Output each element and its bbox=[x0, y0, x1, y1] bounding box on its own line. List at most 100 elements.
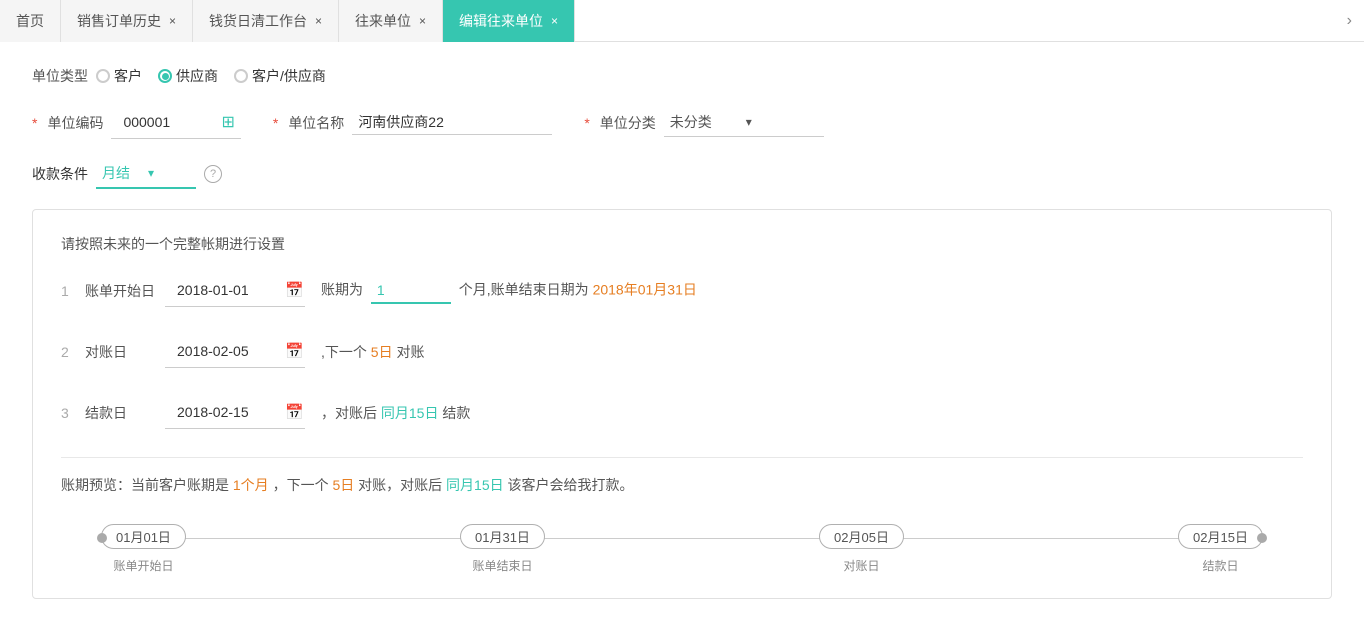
tabs-bar: 首页 销售订单历史 × 钱货日清工作台 × 往来单位 × 编辑往来单位 × › bbox=[0, 0, 1364, 42]
timeline-nodes: 01月01日 账单开始日 01月31日 账单结束日 02月05日 对账日 02月… bbox=[101, 524, 1263, 574]
grid-label-2: 对账日 bbox=[85, 342, 165, 362]
timeline-right-dot bbox=[1257, 533, 1267, 543]
preview-m1: ，下一个 bbox=[273, 477, 329, 493]
unit-code-icon[interactable]: ⊞ bbox=[221, 112, 234, 132]
grid-row-3: 3 结款日 📅 ，对账后 同月15日 结款 bbox=[61, 396, 1303, 429]
row3-desc-after: 结款 bbox=[442, 405, 470, 421]
reconcile-date-input-wrapper: 📅 bbox=[165, 335, 305, 368]
payment-condition-select[interactable]: 月结 ▾ bbox=[96, 159, 196, 189]
row2-desc-after: 对账 bbox=[396, 344, 424, 360]
row3-desc: ，对账后 同月15日 结款 bbox=[321, 403, 470, 423]
payment-condition-row: 收款条件 月结 ▾ ? bbox=[32, 159, 1332, 189]
timeline-node-2: 01月31日 账单结束日 bbox=[460, 524, 545, 574]
radio-customer-label: 客户 bbox=[114, 66, 142, 86]
unit-type-row: 单位类型 客户 供应商 客户/供应商 bbox=[32, 66, 1332, 86]
timeline-pill-3: 02月05日 bbox=[819, 524, 904, 549]
timeline-container: 01月01日 账单开始日 01月31日 账单结束日 02月05日 对账日 02月… bbox=[61, 524, 1303, 574]
tab-home[interactable]: 首页 bbox=[0, 0, 61, 42]
payment-condition-chevron-icon: ▾ bbox=[148, 166, 190, 180]
row3-desc-before: ，对账后 bbox=[321, 405, 377, 421]
unit-code-input[interactable] bbox=[117, 110, 217, 134]
tab-cash-work-label: 钱货日清工作台 bbox=[209, 11, 307, 31]
tab-sales-history[interactable]: 销售订单历史 × bbox=[61, 0, 193, 42]
preview-h1: 1个月 bbox=[233, 477, 269, 493]
settle-date-calendar-icon[interactable]: 📅 bbox=[285, 403, 304, 421]
unit-category-chevron-icon: ▾ bbox=[746, 115, 818, 129]
payment-condition-label: 收款条件 bbox=[32, 164, 88, 184]
payment-condition-value: 月结 bbox=[102, 163, 144, 183]
timeline-node-3: 02月05日 对账日 bbox=[819, 524, 904, 574]
timeline-node-4: 02月15日 结款日 bbox=[1178, 524, 1263, 574]
grid-num-3: 3 bbox=[61, 405, 85, 421]
timeline-label-1: 账单开始日 bbox=[113, 557, 173, 574]
row1-end-date-highlight: 2018年01月31日 bbox=[593, 281, 697, 297]
radio-customer[interactable]: 客户 bbox=[96, 66, 142, 86]
close-cash-work-icon[interactable]: × bbox=[315, 14, 322, 28]
period-input[interactable] bbox=[371, 278, 431, 302]
tab-contact-unit-label: 往来单位 bbox=[355, 11, 411, 31]
preview-prefix: 账期预览：当前客户账期是 bbox=[61, 477, 229, 493]
row3-highlight: 同月15日 bbox=[381, 405, 439, 421]
tab-edit-contact-label: 编辑往来单位 bbox=[459, 11, 543, 31]
start-date-input-wrapper: 📅 bbox=[165, 274, 305, 307]
radio-supplier-circle bbox=[158, 69, 172, 83]
close-sales-history-icon[interactable]: × bbox=[169, 14, 176, 28]
radio-customer-circle bbox=[96, 69, 110, 83]
unit-name-input[interactable] bbox=[352, 110, 552, 135]
unit-name-required: * bbox=[273, 115, 278, 131]
timeline-label-4: 结款日 bbox=[1203, 557, 1239, 574]
row1-desc: 账期为 个月,账单结束日期为 2018年01月31日 bbox=[321, 278, 697, 304]
tab-sales-history-label: 销售订单历史 bbox=[77, 11, 161, 31]
settle-date-input[interactable] bbox=[171, 400, 281, 424]
card-title: 请按照未来的一个完整帐期进行设置 bbox=[61, 234, 1303, 254]
radio-supplier-label: 供应商 bbox=[176, 66, 218, 86]
unit-type-radio-group: 客户 供应商 客户/供应商 bbox=[96, 66, 326, 86]
unit-code-required: * bbox=[32, 115, 37, 131]
timeline-pill-1: 01月01日 bbox=[101, 524, 186, 549]
unit-code-label: 单位编码 bbox=[47, 113, 103, 133]
reconcile-date-calendar-icon[interactable]: 📅 bbox=[285, 342, 304, 360]
unit-category-field: * 单位分类 未分类 ▾ bbox=[584, 108, 823, 137]
unit-category-label: 单位分类 bbox=[600, 113, 656, 133]
tab-contact-unit[interactable]: 往来单位 × bbox=[339, 0, 443, 42]
unit-category-select[interactable]: 未分类 ▾ bbox=[664, 108, 824, 137]
settle-date-input-wrapper: 📅 bbox=[165, 396, 305, 429]
reconcile-date-input[interactable] bbox=[171, 339, 281, 363]
timeline-pill-2: 01月31日 bbox=[460, 524, 545, 549]
tab-cash-work[interactable]: 钱货日清工作台 × bbox=[193, 0, 339, 42]
grid-label-1: 账单开始日 bbox=[85, 281, 165, 301]
close-edit-contact-icon[interactable]: × bbox=[551, 14, 558, 28]
radio-both[interactable]: 客户/供应商 bbox=[234, 66, 326, 86]
unit-name-field: * 单位名称 bbox=[273, 110, 552, 135]
timeline-label-3: 对账日 bbox=[843, 557, 879, 574]
unit-code-input-wrapper: ⊞ bbox=[111, 106, 240, 139]
content-area: 单位类型 客户 供应商 客户/供应商 * 单位编码 bbox=[0, 42, 1364, 623]
preview-m2: 对账，对账后 bbox=[358, 477, 442, 493]
tabs-more-button[interactable]: › bbox=[1335, 12, 1364, 30]
row2-desc: ,下一个 5日 对账 bbox=[321, 342, 424, 362]
start-date-input[interactable] bbox=[171, 278, 281, 302]
help-icon[interactable]: ? bbox=[204, 165, 222, 183]
preview-h3: 同月15日 bbox=[446, 477, 504, 493]
radio-supplier[interactable]: 供应商 bbox=[158, 66, 218, 86]
row2-highlight: 5日 bbox=[371, 344, 393, 360]
unit-code-field: * 单位编码 ⊞ bbox=[32, 106, 241, 139]
preview-h2: 5日 bbox=[332, 477, 354, 493]
tab-edit-contact[interactable]: 编辑往来单位 × bbox=[443, 0, 575, 42]
settings-card: 请按照未来的一个完整帐期进行设置 1 账单开始日 📅 账期为 个月,账单结束日期… bbox=[32, 209, 1332, 599]
row1-desc-middle: 个月,账单结束日期为 bbox=[459, 281, 589, 297]
timeline-label-2: 账单结束日 bbox=[472, 557, 532, 574]
row1-desc-before: 账期为 bbox=[321, 281, 363, 297]
unit-category-required: * bbox=[584, 115, 589, 131]
preview-section: 账期预览：当前客户账期是 1个月 ，下一个 5日 对账，对账后 同月15日 该客… bbox=[61, 457, 1303, 574]
grid-row-1: 1 账单开始日 📅 账期为 个月,账单结束日期为 2018年01月31日 bbox=[61, 274, 1303, 307]
row2-desc-before: ,下一个 bbox=[321, 344, 367, 360]
unit-info-row: * 单位编码 ⊞ * 单位名称 * 单位分类 未分类 ▾ bbox=[32, 106, 1332, 139]
grid-num-2: 2 bbox=[61, 344, 85, 360]
start-date-calendar-icon[interactable]: 📅 bbox=[285, 281, 304, 299]
preview-suffix: 该客户会给我打款。 bbox=[508, 477, 634, 493]
radio-both-circle bbox=[234, 69, 248, 83]
unit-type-label: 单位类型 bbox=[32, 66, 88, 86]
grid-row-2: 2 对账日 📅 ,下一个 5日 对账 bbox=[61, 335, 1303, 368]
close-contact-unit-icon[interactable]: × bbox=[419, 14, 426, 28]
